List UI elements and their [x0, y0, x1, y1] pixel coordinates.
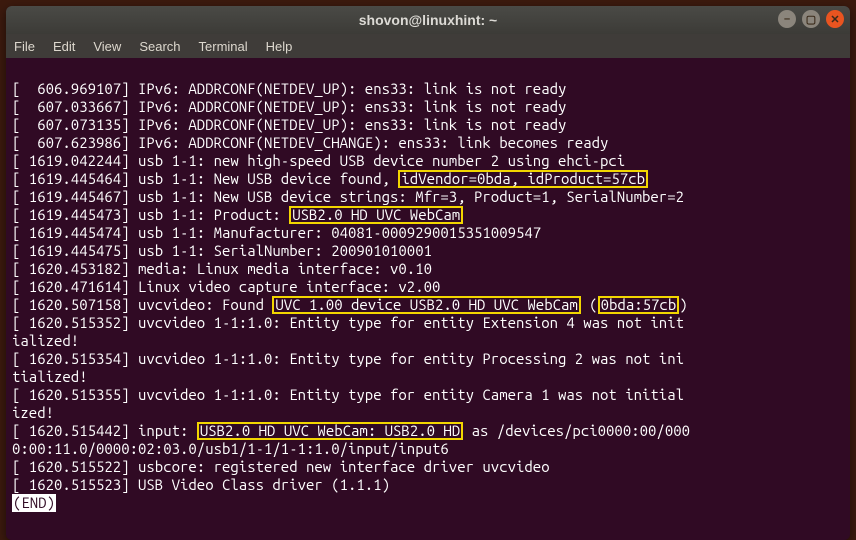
log-line: [ 1620.515522] usbcore: registered new i…: [12, 458, 550, 475]
menu-edit[interactable]: Edit: [53, 39, 75, 54]
terminal-window: shovon@linuxhint: ~ – ▢ ✕ File Edit View…: [6, 6, 850, 540]
highlight-vendor-product: idVendor=0bda, idProduct=57cb: [398, 170, 648, 188]
highlight-input-device: USB2.0 HD UVC WebCam: USB2.0 HD: [197, 422, 463, 440]
log-line: [ 1619.445474] usb 1-1: Manufacturer: 04…: [12, 224, 541, 241]
highlight-product-name: USB2.0 HD UVC WebCam: [289, 206, 463, 224]
log-line: [ 1619.445464] usb 1-1: New USB device f…: [12, 170, 398, 187]
log-line: [ 1620.515352] uvcvideo 1-1:1.0: Entity …: [12, 314, 684, 331]
pager-end-marker: (END): [12, 494, 56, 512]
log-line: [ 1619.445473] usb 1-1: Product:: [12, 206, 289, 223]
maximize-button[interactable]: ▢: [802, 10, 820, 28]
menu-terminal[interactable]: Terminal: [199, 39, 248, 54]
highlight-uvc-device: UVC 1.00 device USB2.0 HD UVC WebCam: [272, 296, 580, 314]
log-line: ized!: [12, 404, 54, 421]
log-line: [ 1619.042244] usb 1-1: new high-speed U…: [12, 152, 625, 169]
log-line: [ 1620.471614] Linux video capture inter…: [12, 278, 440, 295]
log-line: tialized!: [12, 368, 88, 385]
log-line: [ 1620.515523] USB Video Class driver (1…: [12, 476, 390, 493]
titlebar: shovon@linuxhint: ~ – ▢ ✕: [6, 6, 850, 34]
menu-view[interactable]: View: [93, 39, 121, 54]
highlight-usb-id: 0bda:57cb: [598, 296, 680, 314]
log-line: [ 1620.515442] input:: [12, 422, 197, 439]
terminal-output[interactable]: [ 606.969107] IPv6: ADDRCONF(NETDEV_UP):…: [6, 58, 850, 540]
log-text: ): [679, 296, 687, 313]
log-line: [ 1619.445467] usb 1-1: New USB device s…: [12, 188, 684, 205]
log-text: as /devices/pci0000:00/000: [463, 422, 690, 439]
log-line: 0:00:11.0/0000:02:03.0/usb1/1-1/1-1:1.0/…: [12, 440, 449, 457]
log-text: (: [581, 296, 598, 313]
minimize-button[interactable]: –: [778, 10, 796, 28]
menu-file[interactable]: File: [14, 39, 35, 54]
log-line: [ 607.073135] IPv6: ADDRCONF(NETDEV_UP):…: [12, 116, 566, 133]
log-line: [ 1620.515355] uvcvideo 1-1:1.0: Entity …: [12, 386, 684, 403]
menu-help[interactable]: Help: [266, 39, 293, 54]
close-button[interactable]: ✕: [826, 10, 844, 28]
log-line: [ 1619.445475] usb 1-1: SerialNumber: 20…: [12, 242, 432, 259]
log-line: [ 1620.507158] uvcvideo: Found: [12, 296, 272, 313]
log-line: ialized!: [12, 332, 79, 349]
log-line: [ 607.033667] IPv6: ADDRCONF(NETDEV_UP):…: [12, 98, 566, 115]
log-line: [ 1620.453182] media: Linux media interf…: [12, 260, 432, 277]
log-line: [ 1620.515354] uvcvideo 1-1:1.0: Entity …: [12, 350, 684, 367]
window-title: shovon@linuxhint: ~: [359, 12, 497, 28]
menu-search[interactable]: Search: [139, 39, 180, 54]
log-line: [ 607.623986] IPv6: ADDRCONF(NETDEV_CHAN…: [12, 134, 608, 151]
window-controls: – ▢ ✕: [778, 10, 844, 28]
menubar: File Edit View Search Terminal Help: [6, 34, 850, 58]
log-line: [ 606.969107] IPv6: ADDRCONF(NETDEV_UP):…: [12, 80, 566, 97]
